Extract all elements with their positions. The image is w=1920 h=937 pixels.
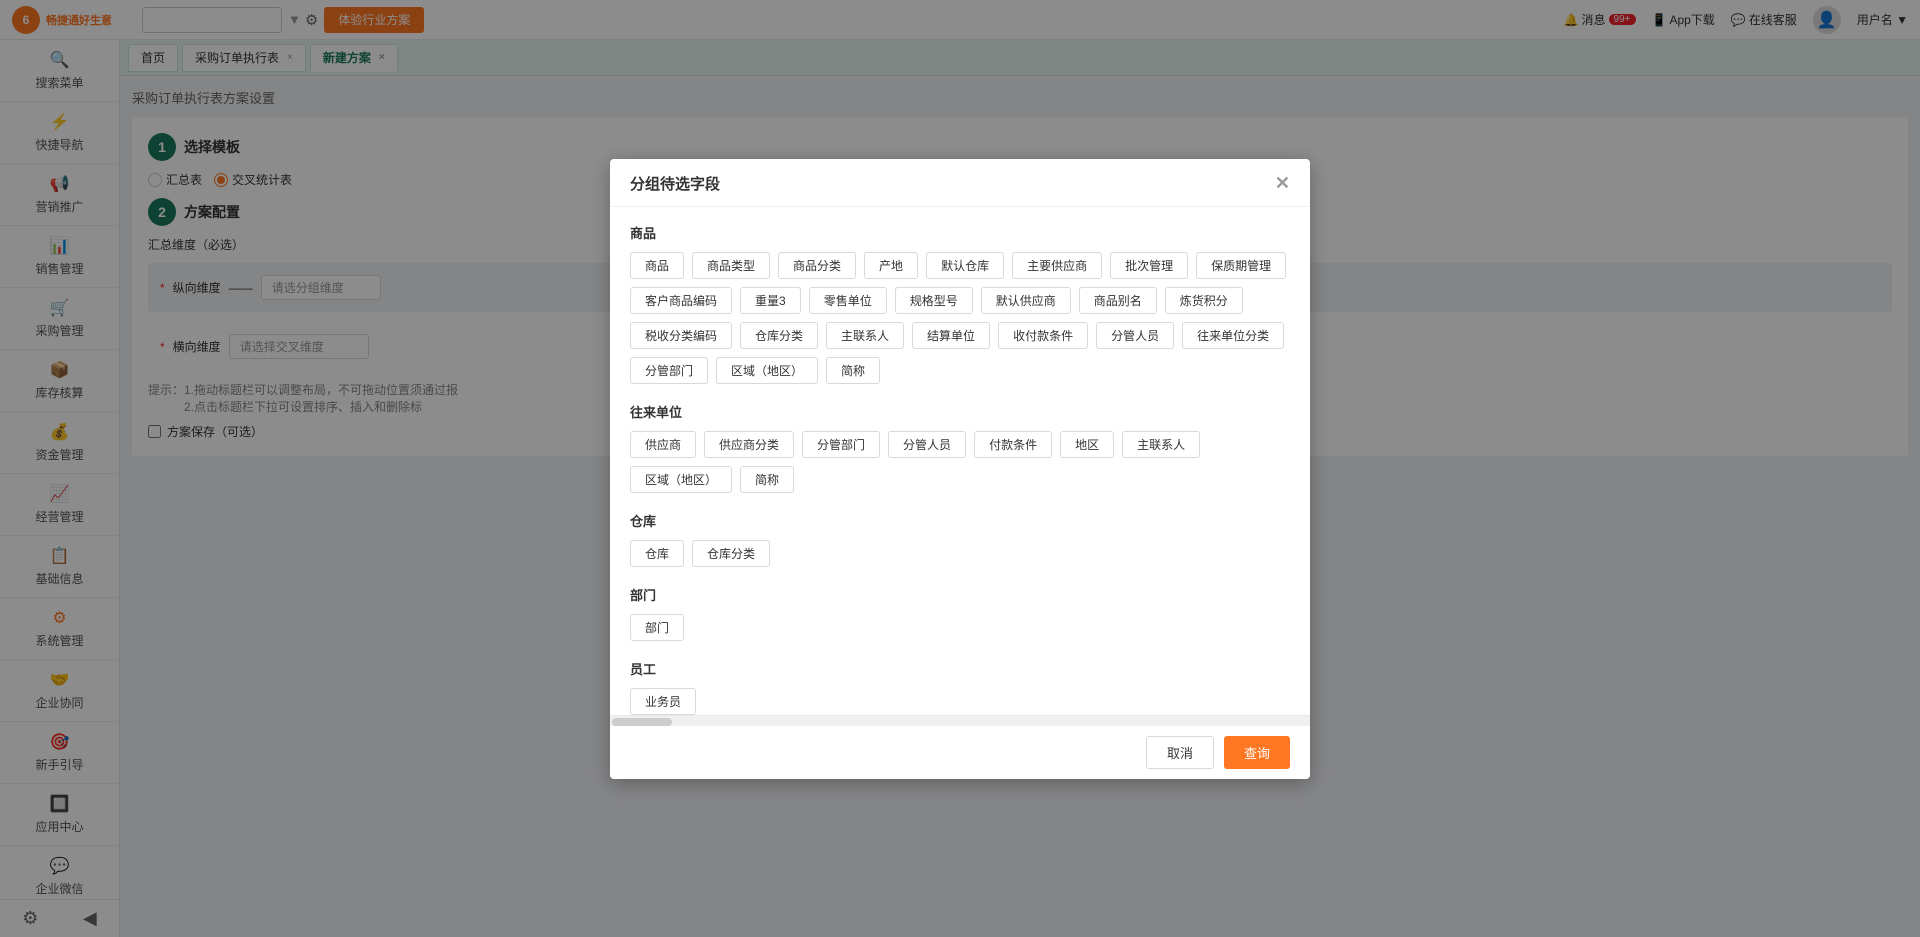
field-section-商品: 商品商品商品类型商品分类产地默认仓库主要供应商批次管理保质期管理客户商品编码重量… <box>630 223 1290 384</box>
field-section-往来单位: 往来单位供应商供应商分类分管部门分管人员付款条件地区主联系人区域（地区） 简称 <box>630 402 1290 493</box>
field-section-仓库: 仓库仓库仓库分类 <box>630 511 1290 567</box>
field-tag-0-17[interactable]: 主联系人 <box>826 322 904 349</box>
field-tag-1-5[interactable]: 地区 <box>1060 431 1114 458</box>
field-tag-0-12[interactable]: 默认供应商 <box>981 287 1071 314</box>
field-section-title-4: 员工 <box>630 659 1290 678</box>
field-tag-0-7[interactable]: 保质期管理 <box>1196 252 1286 279</box>
modal-confirm-btn[interactable]: 查询 <box>1224 736 1290 769</box>
field-tag-0-8[interactable]: 客户商品编码 <box>630 287 732 314</box>
field-tag-0-24[interactable]: 简称 <box>826 357 880 384</box>
modal-dialog: 分组待选字段 ✕ 商品商品商品类型商品分类产地默认仓库主要供应商批次管理保质期管… <box>610 159 1310 779</box>
field-tag-0-10[interactable]: 零售单位 <box>809 287 887 314</box>
field-section-title-0: 商品 <box>630 223 1290 242</box>
modal-scrollbar-x[interactable] <box>610 715 1310 725</box>
field-section-title-2: 仓库 <box>630 511 1290 530</box>
field-tag-0-9[interactable]: 重量3 <box>740 287 801 314</box>
field-tag-0-13[interactable]: 商品别名 <box>1079 287 1157 314</box>
field-tag-0-20[interactable]: 分管人员 <box>1096 322 1174 349</box>
field-tags-4: 业务员 <box>630 688 1290 715</box>
field-tags-1: 供应商供应商分类分管部门分管人员付款条件地区主联系人区域（地区） 简称 <box>630 431 1290 493</box>
field-tag-1-4[interactable]: 付款条件 <box>974 431 1052 458</box>
field-tag-0-3[interactable]: 产地 <box>864 252 918 279</box>
modal-header: 分组待选字段 ✕ <box>610 159 1310 207</box>
field-tag-2-1[interactable]: 仓库分类 <box>692 540 770 567</box>
field-section-title-3: 部门 <box>630 585 1290 604</box>
field-tag-1-3[interactable]: 分管人员 <box>888 431 966 458</box>
modal-cancel-btn[interactable]: 取消 <box>1146 736 1214 769</box>
field-tag-0-23[interactable]: 区域（地区） <box>716 357 818 384</box>
modal-footer: 取消 查询 <box>610 725 1310 779</box>
field-tag-3-0[interactable]: 部门 <box>630 614 684 641</box>
field-tags-0: 商品商品类型商品分类产地默认仓库主要供应商批次管理保质期管理客户商品编码重量3 零… <box>630 252 1290 384</box>
field-tags-2: 仓库仓库分类 <box>630 540 1290 567</box>
field-tags-3: 部门 <box>630 614 1290 641</box>
field-tag-0-11[interactable]: 规格型号 <box>895 287 973 314</box>
field-section-部门: 部门部门 <box>630 585 1290 641</box>
field-tag-1-8[interactable]: 简称 <box>740 466 794 493</box>
field-tag-4-0[interactable]: 业务员 <box>630 688 696 715</box>
field-tag-1-0[interactable]: 供应商 <box>630 431 696 458</box>
field-tag-0-0[interactable]: 商品 <box>630 252 684 279</box>
modal-scroll-thumb <box>612 718 672 726</box>
field-tag-0-18[interactable]: 结算单位 <box>912 322 990 349</box>
field-tag-0-16[interactable]: 仓库分类 <box>740 322 818 349</box>
field-tag-0-15[interactable]: 税收分类编码 <box>630 322 732 349</box>
field-tag-0-2[interactable]: 商品分类 <box>778 252 856 279</box>
field-tag-1-7[interactable]: 区域（地区） <box>630 466 732 493</box>
field-tag-1-1[interactable]: 供应商分类 <box>704 431 794 458</box>
field-tag-0-6[interactable]: 批次管理 <box>1110 252 1188 279</box>
field-tag-1-2[interactable]: 分管部门 <box>802 431 880 458</box>
field-tag-0-21[interactable]: 往来单位分类 <box>1182 322 1284 349</box>
field-tag-0-1[interactable]: 商品类型 <box>692 252 770 279</box>
field-tag-0-4[interactable]: 默认仓库 <box>926 252 1004 279</box>
modal-title: 分组待选字段 <box>630 173 720 194</box>
field-tag-2-0[interactable]: 仓库 <box>630 540 684 567</box>
field-tag-0-22[interactable]: 分管部门 <box>630 357 708 384</box>
field-tag-0-14[interactable]: 炼货积分 <box>1165 287 1243 314</box>
modal-overlay: 分组待选字段 ✕ 商品商品商品类型商品分类产地默认仓库主要供应商批次管理保质期管… <box>0 0 1920 937</box>
field-tag-0-5[interactable]: 主要供应商 <box>1012 252 1102 279</box>
field-tag-0-19[interactable]: 收付款条件 <box>998 322 1088 349</box>
modal-close-btn[interactable]: ✕ <box>1275 173 1290 194</box>
field-section-title-1: 往来单位 <box>630 402 1290 421</box>
field-tag-1-6[interactable]: 主联系人 <box>1122 431 1200 458</box>
modal-body[interactable]: 商品商品商品类型商品分类产地默认仓库主要供应商批次管理保质期管理客户商品编码重量… <box>610 207 1310 715</box>
field-section-员工: 员工业务员 <box>630 659 1290 715</box>
